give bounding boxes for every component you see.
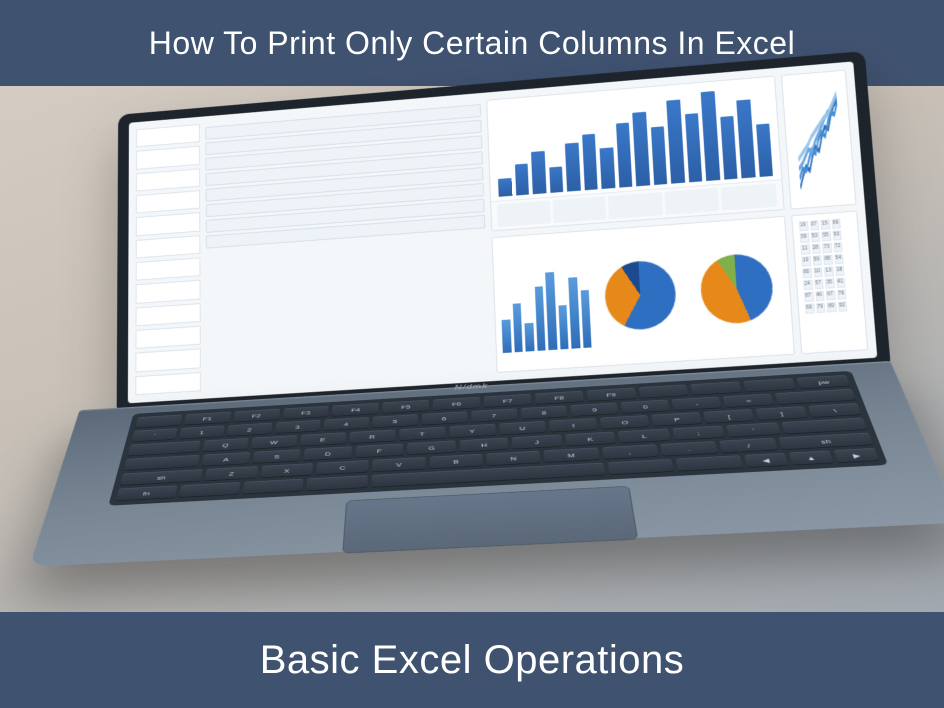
key-F7: F7 [484, 394, 532, 408]
key-`: ` [131, 428, 177, 442]
key-[: [ [703, 409, 754, 424]
tutorial-card: How To Print Only Certain Columns In Exc… [0, 0, 944, 708]
key-F8: F8 [535, 391, 584, 405]
key-J: J [512, 435, 562, 450]
laptop-screen-bezel: 1937156959535593112873721959885480101318… [117, 51, 891, 410]
key-F2: F2 [233, 409, 280, 423]
key-2: 2 [226, 423, 272, 437]
laptop-illustration: 1937156959535593112873721959885480101318… [77, 51, 911, 646]
key-/: / [719, 438, 778, 454]
key-P: P [652, 412, 702, 427]
key-opt [675, 455, 742, 471]
key-5: 5 [372, 414, 417, 428]
key-▲: ▲ [789, 450, 834, 465]
key-6: 6 [421, 411, 467, 425]
ribbon-icons [205, 100, 490, 390]
key-Y: Y [449, 424, 496, 438]
category-banner: Basic Excel Operations [0, 612, 944, 708]
key-D: D [304, 446, 352, 461]
key-O: O [600, 415, 649, 430]
key-F9: F9 [586, 388, 636, 402]
key-sh: sh [120, 469, 204, 486]
key-◀: ◀ [744, 453, 788, 468]
key-T: T [399, 427, 445, 441]
key-F12 [743, 378, 796, 392]
key-=: = [723, 394, 774, 408]
key-V: V [372, 457, 425, 472]
key--: - [672, 397, 722, 411]
key-L: L [618, 429, 670, 444]
key-F10 [638, 384, 689, 398]
key-0: 0 [621, 400, 670, 414]
key-F6: F6 [433, 397, 480, 411]
key-ret [781, 418, 867, 435]
key-.: . [660, 441, 718, 456]
key-esc [135, 415, 182, 429]
key-R: R [349, 430, 395, 444]
pie-chart-1 [603, 258, 677, 331]
key-K: K [565, 432, 616, 447]
key-C: C [316, 460, 369, 475]
key-,: , [602, 444, 659, 459]
key-Q: Q [202, 438, 249, 452]
key-H: H [460, 438, 509, 453]
key-sh: sh [779, 433, 873, 450]
key-G: G [407, 440, 455, 455]
pie-chart-2 [699, 252, 775, 325]
key-E: E [300, 432, 346, 446]
key-opt [242, 479, 304, 495]
key-S: S [252, 449, 301, 464]
key-▶: ▶ [834, 448, 880, 463]
key-M: M [544, 447, 599, 462]
key-cmd [608, 459, 674, 475]
key-B: B [429, 454, 482, 469]
key-cmd [307, 475, 369, 491]
data-grid: 1937156959535593112873721959885480101318… [799, 219, 850, 347]
line-chart [781, 70, 857, 210]
key-W: W [251, 435, 297, 449]
key-8: 8 [520, 405, 567, 419]
key-I: I [549, 418, 597, 432]
row-header-column [135, 124, 201, 395]
key-fn: fn [116, 485, 178, 501]
bar-chart-blue [486, 76, 784, 232]
key-caps [124, 455, 200, 471]
trackpad [342, 486, 638, 554]
key-pw: pw [797, 375, 851, 389]
key-': ' [726, 422, 780, 437]
key-1: 1 [179, 426, 225, 440]
excel-dashboard: 1937156959535593112873721959885480101318… [128, 61, 877, 403]
pie-and-mini-bar [491, 216, 795, 373]
key-F11 [691, 381, 743, 395]
key-U: U [499, 421, 547, 435]
key-ctrl [179, 482, 241, 498]
bar-chart-orange [846, 216, 868, 331]
key-4: 4 [323, 417, 369, 431]
key-del [775, 389, 856, 405]
key-F3: F3 [282, 406, 329, 420]
key-7: 7 [471, 408, 517, 422]
page-title: How To Print Only Certain Columns In Exc… [149, 25, 795, 62]
key-X: X [260, 463, 313, 478]
key-N: N [486, 451, 540, 466]
key-F4: F4 [332, 403, 379, 417]
key-3: 3 [275, 420, 321, 434]
key-tab [128, 441, 201, 457]
table-and-orange-bar: 1937156959535593112873721959885480101318… [791, 211, 868, 355]
key-]: ] [756, 406, 808, 421]
laptop-brand: N/dmk [455, 383, 489, 392]
key-\: \ [808, 403, 861, 418]
key-A: A [202, 452, 251, 467]
category-label: Basic Excel Operations [260, 638, 685, 683]
key-;: ; [672, 426, 725, 441]
key-F1: F1 [184, 412, 231, 426]
key-Z: Z [205, 466, 258, 481]
key-F: F [355, 443, 403, 458]
key-9: 9 [570, 403, 618, 417]
key-F5: F5 [382, 400, 429, 414]
